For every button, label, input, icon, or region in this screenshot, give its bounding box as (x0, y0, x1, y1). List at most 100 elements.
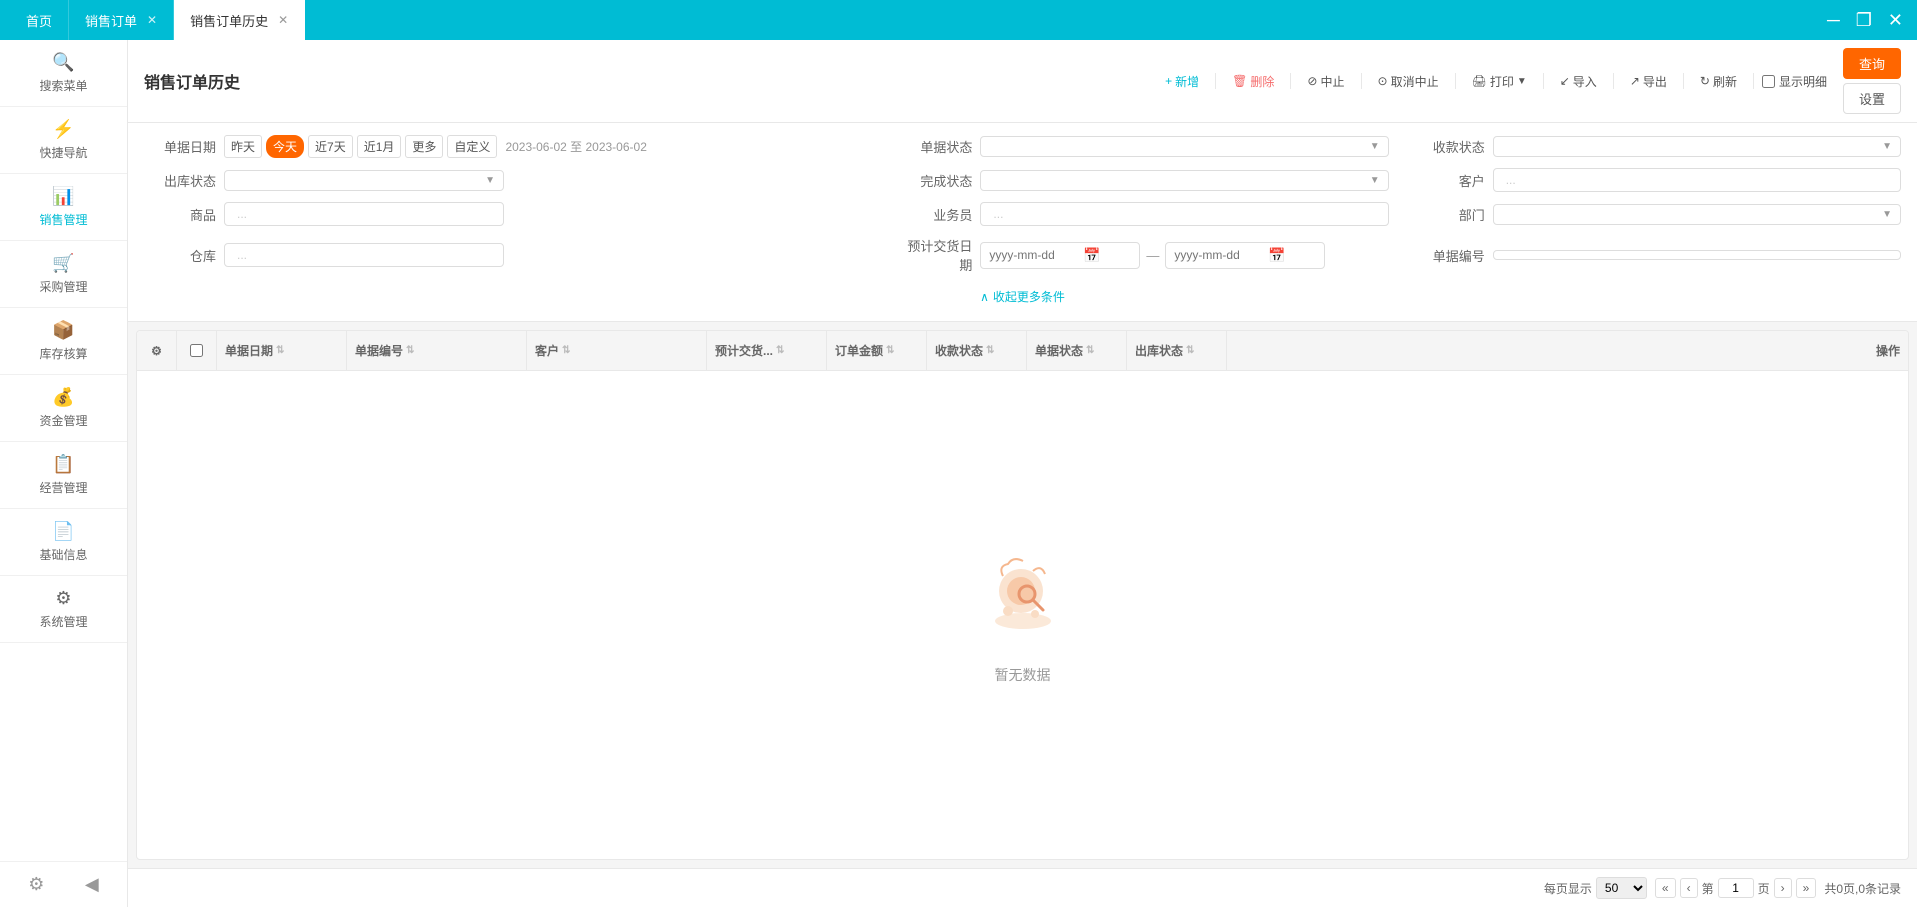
per-page-select[interactable]: 20 50 100 (1596, 877, 1647, 899)
delivery-date-end-input[interactable] (1174, 248, 1264, 262)
query-button[interactable]: 查询 (1843, 48, 1901, 79)
th-delivery-status[interactable]: 出库状态 ⇅ (1127, 331, 1227, 370)
sort-amount-icon[interactable]: ⇅ (886, 345, 894, 356)
new-button[interactable]: + 新增 (1157, 69, 1207, 94)
payment-status-label: 收款状态 (1413, 137, 1493, 156)
next-page-button[interactable]: › (1774, 878, 1792, 898)
order-number-input[interactable] (1493, 250, 1901, 260)
delivery-status-select[interactable]: ▼ (224, 170, 504, 191)
page-suffix: 页 (1758, 880, 1770, 897)
th-delivery[interactable]: 预计交货... ⇅ (707, 331, 827, 370)
order-status-select[interactable]: ▼ (980, 136, 1388, 157)
minimize-icon[interactable]: ─ (1823, 6, 1844, 35)
order-status-arrow: ▼ (1370, 141, 1380, 152)
shortcut-1month[interactable]: 近1月 (357, 135, 402, 158)
warehouse-dots[interactable]: ... (233, 248, 251, 262)
sort-payment-icon[interactable]: ⇅ (986, 345, 994, 356)
tab-home[interactable]: 首页 (10, 0, 69, 40)
sort-status-icon[interactable]: ⇅ (1086, 345, 1094, 356)
sort-date-icon[interactable]: ⇅ (276, 345, 284, 356)
delete-button[interactable]: 🗑 删除 (1224, 69, 1282, 94)
customer-input[interactable]: ... (1493, 168, 1901, 192)
delivery-date-start-input[interactable] (989, 248, 1079, 262)
shortcut-custom[interactable]: 自定义 (447, 135, 497, 158)
sidebar-item-search[interactable]: 🔍 搜索菜单 (0, 40, 127, 107)
department-select[interactable]: ▼ (1493, 204, 1901, 225)
stop-button[interactable]: ⊘ 中止 (1299, 69, 1352, 94)
cancel-stop-button[interactable]: ⊙ 取消中止 (1370, 69, 1447, 94)
salesperson-label: 业务员 (900, 205, 980, 224)
restore-icon[interactable]: ❐ (1852, 6, 1876, 35)
finance-icon: 💰 (52, 387, 74, 408)
close-window-icon[interactable]: ✕ (1884, 6, 1907, 35)
filter-customer-col: 客户 ... (1413, 168, 1901, 192)
filter-delivery-status-col: 出库状态 ▼ (144, 170, 876, 191)
shortcut-more[interactable]: 更多 (405, 135, 443, 158)
sidebar-item-operations[interactable]: 📋 经营管理 (0, 442, 127, 509)
payment-status-select[interactable]: ▼ (1493, 136, 1901, 157)
sidebar-item-quicknav[interactable]: ⚡ 快捷导航 (0, 107, 127, 174)
content-area: 销售订单历史 + 新增 🗑 删除 ⊘ 中止 ⊙ (128, 40, 1917, 907)
sort-order-icon[interactable]: ⇅ (406, 345, 414, 356)
product-dots[interactable]: ... (233, 207, 251, 221)
tab-sales-order-close[interactable]: ✕ (147, 13, 157, 27)
display-toggle[interactable]: 显示明细 (1762, 73, 1827, 90)
tab-sales-history-close[interactable]: ✕ (278, 13, 288, 27)
sidebar-item-sales[interactable]: 📊 销售管理 (0, 174, 127, 241)
select-all-checkbox[interactable] (190, 344, 203, 357)
sidebar-item-inventory[interactable]: 📦 库存核算 (0, 308, 127, 375)
refresh-button[interactable]: ↻ 刷新 (1692, 69, 1745, 94)
shortcut-yesterday[interactable]: 昨天 (224, 135, 262, 158)
th-amount[interactable]: 订单金额 ⇅ (827, 331, 927, 370)
sort-delivery-icon[interactable]: ⇅ (776, 345, 784, 356)
delivery-date-end[interactable]: 📅 (1165, 242, 1325, 269)
settings-gear-icon[interactable]: ⚙ (151, 344, 162, 358)
tab-sales-history[interactable]: 销售订单历史 ✕ (174, 0, 305, 40)
completion-status-select[interactable]: ▼ (980, 170, 1388, 191)
warehouse-input[interactable]: ... (224, 243, 504, 267)
th-settings[interactable]: ⚙ (137, 331, 177, 370)
sidebar-item-system[interactable]: ⚙ 系统管理 (0, 576, 127, 643)
divider-6 (1613, 73, 1614, 89)
last-page-button[interactable]: » (1796, 878, 1817, 898)
sidebar-collapse-icon[interactable]: ◀ (85, 874, 99, 895)
th-status-label: 单据状态 (1035, 342, 1083, 359)
delivery-date-start[interactable]: 📅 (980, 242, 1140, 269)
th-payment[interactable]: 收款状态 ⇅ (927, 331, 1027, 370)
salesperson-input[interactable]: ... (980, 202, 1388, 226)
display-toggle-label: 显示明细 (1779, 73, 1827, 90)
import-button[interactable]: ↙ 导入 (1552, 69, 1605, 94)
new-icon: + (1165, 74, 1172, 88)
sidebar-item-finance[interactable]: 💰 资金管理 (0, 375, 127, 442)
th-customer[interactable]: 客户 ⇅ (527, 331, 707, 370)
first-page-button[interactable]: « (1655, 878, 1676, 898)
sort-customer-icon[interactable]: ⇅ (562, 345, 570, 356)
collapse-up-icon: ∧ (980, 290, 989, 304)
export-button[interactable]: ↗ 导出 (1622, 69, 1675, 94)
tab-sales-order[interactable]: 销售订单 ✕ (69, 0, 174, 40)
sidebar-item-purchase[interactable]: 🛒 采购管理 (0, 241, 127, 308)
display-toggle-checkbox[interactable] (1762, 75, 1775, 88)
sort-delivery-status-icon[interactable]: ⇅ (1186, 345, 1194, 356)
th-checkbox[interactable] (177, 331, 217, 370)
page-input[interactable] (1718, 878, 1754, 898)
base-info-icon: 📄 (52, 521, 74, 542)
th-order[interactable]: 单据编号 ⇅ (347, 331, 527, 370)
print-button[interactable]: 🖨 打印 ▼ (1464, 69, 1535, 94)
date-separator: — (1146, 248, 1159, 263)
new-label: 新增 (1175, 73, 1199, 90)
th-status[interactable]: 单据状态 ⇅ (1027, 331, 1127, 370)
salesperson-dots[interactable]: ... (989, 207, 1007, 221)
shortcut-today[interactable]: 今天 (266, 135, 304, 158)
customer-dots[interactable]: ... (1502, 173, 1520, 187)
settings-button[interactable]: 设置 (1843, 83, 1901, 114)
sidebar-item-base-info[interactable]: 📄 基础信息 (0, 509, 127, 576)
collapse-button[interactable]: ∧ 收起更多条件 (976, 284, 1069, 309)
prev-page-button[interactable]: ‹ (1680, 878, 1698, 898)
shortcut-7days[interactable]: 近7天 (308, 135, 353, 158)
th-date[interactable]: 单据日期 ⇅ (217, 331, 347, 370)
date-range: 2023-06-02 至 2023-06-02 (505, 138, 646, 155)
date-range-value: 2023-06-02 至 2023-06-02 (505, 138, 646, 155)
product-input[interactable]: ... (224, 202, 504, 226)
sidebar-settings-icon[interactable]: ⚙ (28, 874, 44, 895)
